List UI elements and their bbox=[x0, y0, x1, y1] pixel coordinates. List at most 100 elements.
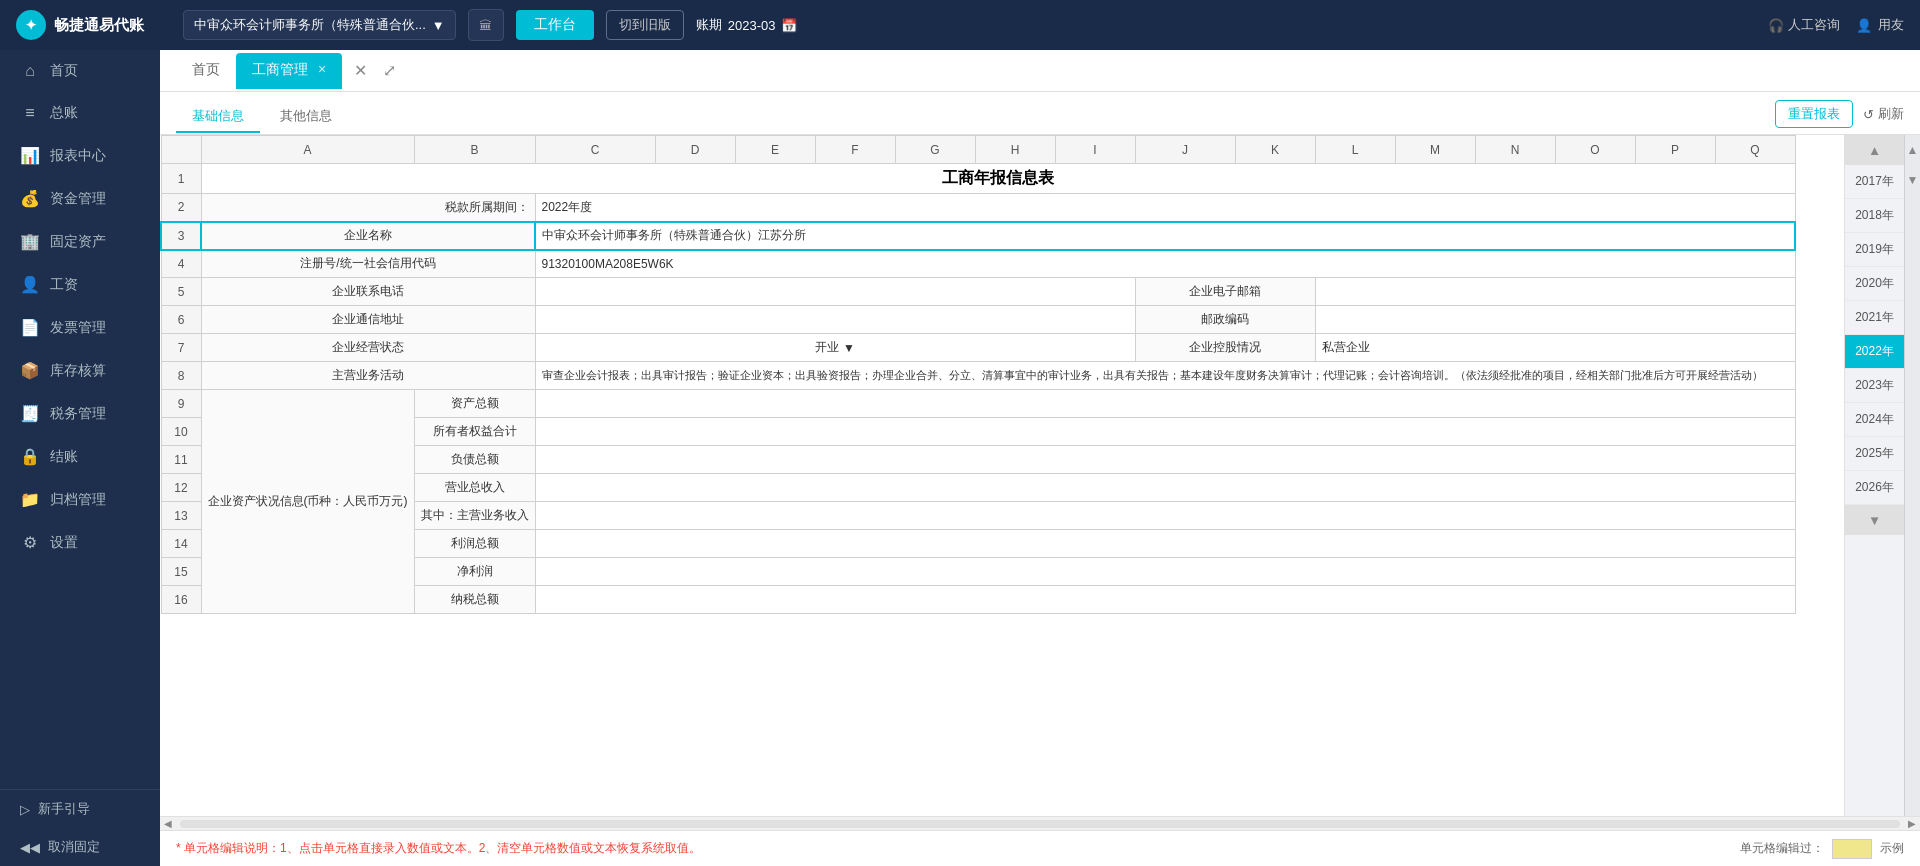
sidebar-item-payroll[interactable]: 👤 工资 bbox=[0, 263, 160, 306]
company-name: 中审众环会计师事务所（特殊普通合伙... bbox=[194, 16, 426, 34]
workbench-button[interactable]: 工作台 bbox=[516, 10, 594, 40]
sidebar-item-home[interactable]: ⌂ 首页 bbox=[0, 50, 160, 92]
equity-label: 所有者权益合计 bbox=[414, 418, 535, 446]
bottom-bar: * 单元格编辑说明：1、点击单元格直接录入数值或文本。2、清空单元格数值或文本恢… bbox=[160, 830, 1920, 866]
company-value-cell[interactable]: 中审众环会计师事务所（特殊普通合伙）江苏分所 bbox=[535, 222, 1795, 250]
expand-window-button[interactable]: ⤢ bbox=[379, 61, 400, 80]
year-item-2023[interactable]: 2023年 bbox=[1845, 369, 1904, 403]
col-header-m: M bbox=[1395, 136, 1475, 164]
period-label-cell: 税款所属期间： bbox=[201, 194, 535, 222]
year-nav-up[interactable]: ▲ bbox=[1845, 135, 1904, 165]
edit-hint: * 单元格编辑说明：1、点击单元格直接录入数值或文本。2、清空单元格数值或文本恢… bbox=[176, 840, 701, 857]
col-header-q: Q bbox=[1715, 136, 1795, 164]
revenue-value[interactable] bbox=[535, 474, 1795, 502]
row-num-11: 11 bbox=[161, 446, 201, 474]
sidebar-item-finance[interactable]: 💰 资金管理 bbox=[0, 177, 160, 220]
sidebar-item-invoice[interactable]: 📄 发票管理 bbox=[0, 306, 160, 349]
year-item-2019[interactable]: 2019年 bbox=[1845, 233, 1904, 267]
sub-tab-basic[interactable]: 基础信息 bbox=[176, 101, 260, 133]
sample-label: 示例 bbox=[1880, 840, 1904, 857]
company-selector[interactable]: 中审众环会计师事务所（特殊普通合伙... ▼ bbox=[183, 10, 456, 40]
tab-close-icon[interactable]: × bbox=[318, 61, 326, 77]
spreadsheet-table: A B C D E F G H I J bbox=[160, 135, 1796, 614]
sidebar-item-reports[interactable]: 📊 报表中心 bbox=[0, 134, 160, 177]
year-nav-down[interactable]: ▼ bbox=[1845, 505, 1904, 535]
year-item-2025[interactable]: 2025年 bbox=[1845, 437, 1904, 471]
sidebar-item-settings[interactable]: ⚙ 设置 bbox=[0, 521, 160, 564]
header-right: 🎧 人工咨询 👤 用友 bbox=[1768, 16, 1904, 34]
sidebar-item-label: 报表中心 bbox=[50, 147, 106, 165]
sidebar-item-label: 工资 bbox=[50, 276, 78, 294]
total-assets-value[interactable] bbox=[535, 390, 1795, 418]
business-label-cell: 主营业务活动 bbox=[201, 362, 535, 390]
period-value-cell[interactable]: 2022年度 bbox=[535, 194, 1795, 222]
sidebar-unpin[interactable]: ◀◀ 取消固定 bbox=[0, 828, 160, 866]
calendar-icon[interactable]: 📅 bbox=[781, 18, 797, 33]
scroll-left-icon[interactable]: ◀ bbox=[164, 818, 172, 829]
net-profit-value[interactable] bbox=[535, 558, 1795, 586]
sidebar-item-archive[interactable]: 📁 归档管理 bbox=[0, 478, 160, 521]
company-icon-btn[interactable]: 🏛 bbox=[468, 9, 504, 41]
refresh-button[interactable]: ↺ 刷新 bbox=[1863, 105, 1904, 123]
sub-tab-other[interactable]: 其他信息 bbox=[264, 101, 348, 133]
liabilities-value[interactable] bbox=[535, 446, 1795, 474]
right-collapse-panel[interactable]: ▲ ▼ bbox=[1904, 135, 1920, 816]
sidebar-item-ledger[interactable]: ≡ 总账 bbox=[0, 92, 160, 134]
tab-business[interactable]: 工商管理 × bbox=[236, 53, 342, 89]
table-row: 6 企业通信地址 邮政编码 bbox=[161, 306, 1795, 334]
profit-value[interactable] bbox=[535, 530, 1795, 558]
tab-home[interactable]: 首页 bbox=[176, 53, 236, 89]
net-profit-label: 净利润 bbox=[414, 558, 535, 586]
headset-icon: 🎧 bbox=[1768, 18, 1784, 33]
spreadsheet-container[interactable]: A B C D E F G H I J bbox=[160, 135, 1844, 816]
table-row: 2 税款所属期间： 2022年度 bbox=[161, 194, 1795, 222]
reset-report-button[interactable]: 重置报表 bbox=[1775, 100, 1853, 128]
logo-text: 畅捷通易代账 bbox=[54, 16, 144, 35]
address-value-cell[interactable] bbox=[535, 306, 1135, 334]
main-layout: ⌂ 首页 ≡ 总账 📊 报表中心 💰 资金管理 🏢 固定资产 👤 工资 📄 发票… bbox=[0, 50, 1920, 866]
col-header-f: F bbox=[815, 136, 895, 164]
h-scrollbar-track[interactable] bbox=[180, 820, 1900, 828]
equity-value[interactable] bbox=[535, 418, 1795, 446]
year-item-2021[interactable]: 2021年 bbox=[1845, 301, 1904, 335]
year-item-2017[interactable]: 2017年 bbox=[1845, 165, 1904, 199]
old-version-button[interactable]: 切到旧版 bbox=[606, 10, 684, 40]
year-item-2024[interactable]: 2024年 bbox=[1845, 403, 1904, 437]
year-item-2020[interactable]: 2020年 bbox=[1845, 267, 1904, 301]
status-value: 开业 bbox=[815, 339, 839, 356]
email-value-cell[interactable] bbox=[1315, 278, 1795, 306]
period-area: 账期 2023-03 📅 bbox=[696, 16, 798, 34]
assets-icon: 🏢 bbox=[20, 232, 40, 251]
sidebar-item-label: 结账 bbox=[50, 448, 78, 466]
row-num-12: 12 bbox=[161, 474, 201, 502]
close-window-button[interactable]: ✕ bbox=[350, 61, 371, 80]
holding-value-cell[interactable]: 私营企业 bbox=[1315, 334, 1795, 362]
sidebar-item-closing[interactable]: 🔒 结账 bbox=[0, 435, 160, 478]
tax-value[interactable] bbox=[535, 586, 1795, 614]
year-item-2018[interactable]: 2018年 bbox=[1845, 199, 1904, 233]
spreadsheet-wrapper: A B C D E F G H I J bbox=[160, 135, 1920, 816]
year-item-2026[interactable]: 2026年 bbox=[1845, 471, 1904, 505]
sample-color-cell bbox=[1832, 839, 1872, 859]
sidebar-item-label: 库存核算 bbox=[50, 362, 106, 380]
reg-value-cell[interactable]: 91320100MA208E5W6K bbox=[535, 250, 1795, 278]
scroll-right-icon[interactable]: ▶ bbox=[1908, 818, 1916, 829]
sub-tab-other-label: 其他信息 bbox=[280, 108, 332, 123]
year-item-2022[interactable]: 2022年 bbox=[1845, 335, 1904, 369]
consult-button[interactable]: 🎧 人工咨询 bbox=[1768, 16, 1840, 34]
row-num-5: 5 bbox=[161, 278, 201, 306]
business-value-cell[interactable]: 审查企业会计报表；出具审计报告；验证企业资本；出具验资报告；办理企业合并、分立、… bbox=[535, 362, 1795, 390]
phone-value-cell[interactable] bbox=[535, 278, 1135, 306]
sidebar-item-tax[interactable]: 🧾 税务管理 bbox=[0, 392, 160, 435]
sidebar-item-assets[interactable]: 🏢 固定资产 bbox=[0, 220, 160, 263]
table-row: 9 企业资产状况信息(币种：人民币万元) 资产总额 bbox=[161, 390, 1795, 418]
status-value-cell[interactable]: 开业 ▼ bbox=[535, 334, 1135, 362]
main-revenue-value[interactable] bbox=[535, 502, 1795, 530]
sidebar-guide[interactable]: ▷ 新手引导 bbox=[0, 790, 160, 828]
sidebar-item-inventory[interactable]: 📦 库存核算 bbox=[0, 349, 160, 392]
title-cell[interactable]: 工商年报信息表 bbox=[201, 164, 1795, 194]
sidebar-bottom: ▷ 新手引导 ◀◀ 取消固定 bbox=[0, 789, 160, 866]
postcode-value-cell[interactable] bbox=[1315, 306, 1795, 334]
h-scrollbar-area[interactable]: ◀ ▶ bbox=[160, 816, 1920, 830]
user-area[interactable]: 👤 用友 bbox=[1856, 16, 1904, 34]
